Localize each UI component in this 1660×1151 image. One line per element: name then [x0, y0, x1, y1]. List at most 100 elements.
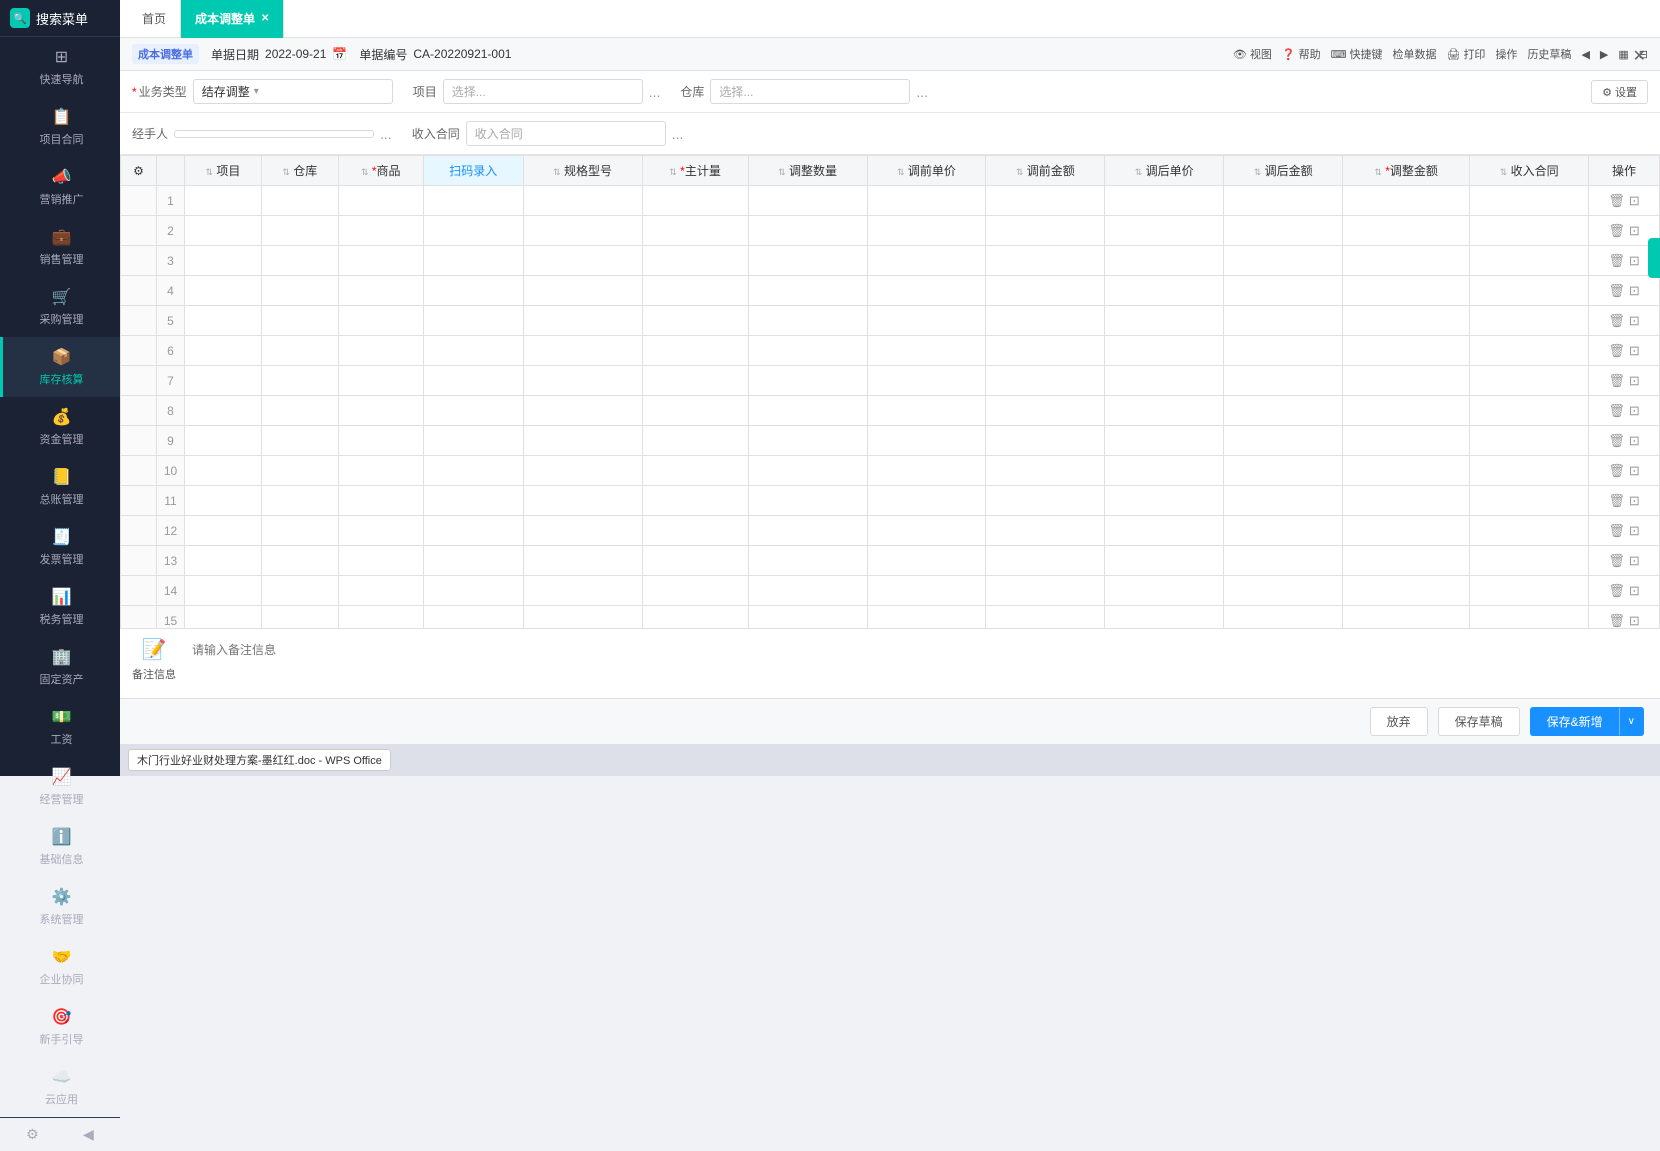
save-new-dropdown[interactable]: ∨ [1619, 707, 1644, 736]
row-project[interactable] [185, 516, 262, 546]
row-adj-qty[interactable] [748, 456, 867, 486]
row-project[interactable] [185, 186, 262, 216]
row-after-price[interactable] [1105, 366, 1224, 396]
sidebar-item-basic-info[interactable]: ℹ️基础信息 [0, 817, 120, 877]
row-before-price[interactable] [867, 576, 986, 606]
warehouse-input[interactable]: 选择... [710, 79, 910, 104]
row-after-amount[interactable] [1224, 216, 1343, 246]
row-before-amount[interactable] [986, 216, 1105, 246]
row-unit[interactable] [642, 186, 748, 216]
copy-icon[interactable]: ⊡ [1629, 463, 1640, 479]
delete-icon[interactable]: 🗑 [1608, 553, 1625, 569]
row-unit[interactable] [642, 516, 748, 546]
row-income-contract[interactable] [1470, 366, 1589, 396]
right-panel-toggle[interactable] [1648, 238, 1660, 278]
row-before-amount[interactable] [986, 606, 1105, 629]
row-before-amount[interactable] [986, 306, 1105, 336]
row-income-contract[interactable] [1470, 546, 1589, 576]
tab-home[interactable]: 首页 [128, 0, 181, 38]
row-before-amount[interactable] [986, 546, 1105, 576]
row-spec[interactable] [523, 516, 642, 546]
row-product[interactable] [338, 306, 423, 336]
sidebar-search-label[interactable]: 搜索菜单 [36, 9, 88, 28]
row-warehouse[interactable] [261, 276, 338, 306]
sidebar-item-tax[interactable]: 📊税务管理 [0, 577, 120, 637]
row-scan[interactable] [423, 516, 523, 546]
row-before-price[interactable] [867, 426, 986, 456]
sidebar-item-finance[interactable]: 💰资金管理 [0, 397, 120, 457]
sidebar-item-operations[interactable]: 📈经营管理 [0, 757, 120, 817]
row-after-amount[interactable] [1224, 246, 1343, 276]
copy-icon[interactable]: ⊡ [1629, 193, 1640, 209]
copy-icon[interactable]: ⊡ [1629, 223, 1640, 239]
row-after-price[interactable] [1105, 606, 1224, 629]
sidebar-item-quick-nav[interactable]: ⊞快速导航 [0, 37, 120, 97]
row-adj-amount[interactable] [1343, 456, 1470, 486]
row-product[interactable] [338, 516, 423, 546]
row-adj-amount[interactable] [1343, 186, 1470, 216]
row-after-price[interactable] [1105, 516, 1224, 546]
row-after-price[interactable] [1105, 336, 1224, 366]
tab-cost-adjustment[interactable]: 成本调整单✕ [181, 0, 284, 38]
row-before-price[interactable] [867, 516, 986, 546]
row-after-amount[interactable] [1224, 186, 1343, 216]
row-warehouse[interactable] [261, 546, 338, 576]
warehouse-dots[interactable]: ... [916, 84, 928, 100]
row-adj-amount[interactable] [1343, 576, 1470, 606]
row-adj-amount[interactable] [1343, 606, 1470, 629]
sidebar-item-cloud[interactable]: ☁️云应用 [0, 1057, 120, 1117]
row-after-amount[interactable] [1224, 546, 1343, 576]
row-product[interactable] [338, 546, 423, 576]
row-before-price[interactable] [867, 216, 986, 246]
row-spec[interactable] [523, 486, 642, 516]
row-adj-qty[interactable] [748, 426, 867, 456]
row-scan[interactable] [423, 366, 523, 396]
row-after-price[interactable] [1105, 576, 1224, 606]
row-product[interactable] [338, 606, 423, 629]
delete-icon[interactable]: 🗑 [1608, 523, 1625, 539]
delete-icon[interactable]: 🗑 [1608, 313, 1625, 329]
view-btn[interactable]: 👁 视图 [1233, 46, 1272, 62]
row-unit[interactable] [642, 276, 748, 306]
row-scan[interactable] [423, 336, 523, 366]
row-before-amount[interactable] [986, 486, 1105, 516]
delete-icon[interactable]: 🗑 [1608, 613, 1625, 629]
row-product[interactable] [338, 246, 423, 276]
row-income-contract[interactable] [1470, 426, 1589, 456]
sidebar-item-ledger[interactable]: 📒总账管理 [0, 457, 120, 517]
copy-icon[interactable]: ⊡ [1629, 493, 1640, 509]
copy-icon[interactable]: ⊡ [1629, 373, 1640, 389]
row-unit[interactable] [642, 606, 748, 629]
row-project[interactable] [185, 426, 262, 456]
col-settings[interactable]: ⚙ [121, 156, 157, 186]
row-product[interactable] [338, 186, 423, 216]
row-income-contract[interactable] [1470, 276, 1589, 306]
row-unit[interactable] [642, 246, 748, 276]
row-before-amount[interactable] [986, 396, 1105, 426]
row-before-price[interactable] [867, 246, 986, 276]
row-unit[interactable] [642, 486, 748, 516]
row-adj-amount[interactable] [1343, 516, 1470, 546]
row-warehouse[interactable] [261, 366, 338, 396]
row-project[interactable] [185, 306, 262, 336]
row-before-price[interactable] [867, 366, 986, 396]
row-adj-qty[interactable] [748, 576, 867, 606]
row-before-price[interactable] [867, 336, 986, 366]
shortcut-btn[interactable]: ⌨ 快捷键 [1331, 46, 1383, 62]
row-income-contract[interactable] [1470, 306, 1589, 336]
row-scan[interactable] [423, 276, 523, 306]
copy-icon[interactable]: ⊡ [1629, 403, 1640, 419]
row-spec[interactable] [523, 336, 642, 366]
row-before-price[interactable] [867, 456, 986, 486]
row-after-amount[interactable] [1224, 306, 1343, 336]
row-project[interactable] [185, 546, 262, 576]
row-spec[interactable] [523, 246, 642, 276]
row-before-price[interactable] [867, 396, 986, 426]
row-income-contract[interactable] [1470, 216, 1589, 246]
sidebar-logo[interactable]: 🔍 搜索菜单 [0, 0, 120, 37]
row-unit[interactable] [642, 306, 748, 336]
row-unit[interactable] [642, 336, 748, 366]
row-adj-amount[interactable] [1343, 546, 1470, 576]
row-warehouse[interactable] [261, 606, 338, 629]
delete-icon[interactable]: 🗑 [1608, 463, 1625, 479]
